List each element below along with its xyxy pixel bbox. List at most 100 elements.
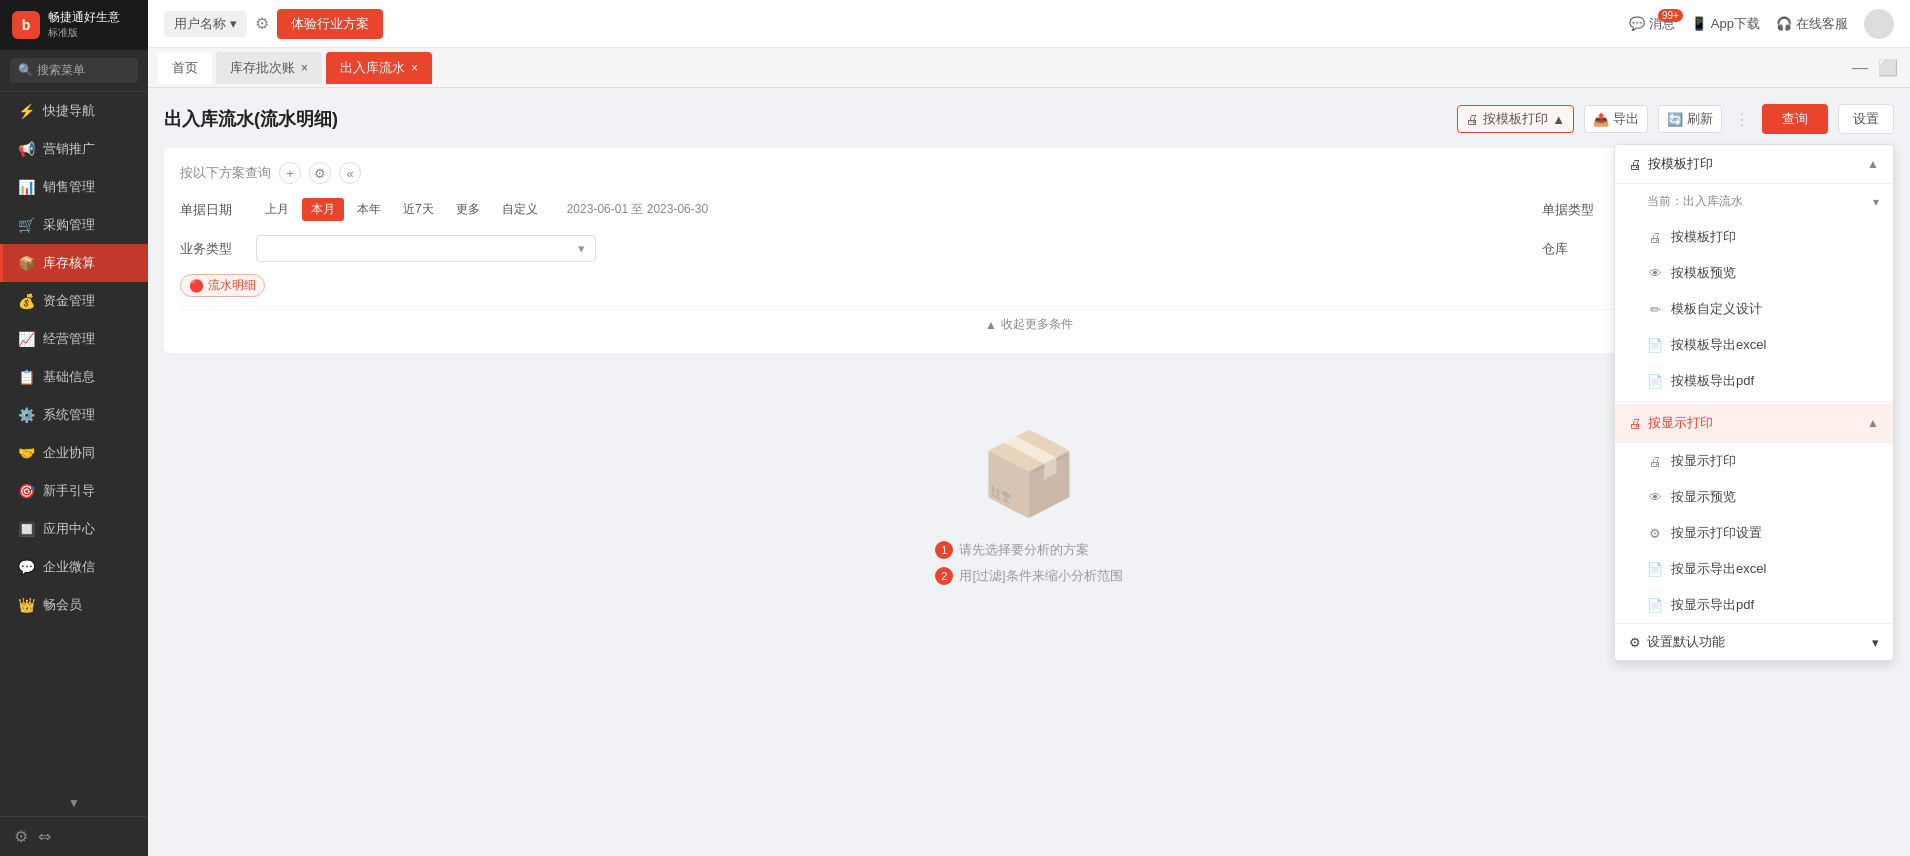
export-icon: 📤 <box>1593 112 1609 127</box>
date-btn-more[interactable]: 更多 <box>447 198 489 221</box>
tabs-bar: 首页 库存批次账 × 出入库流水 × — ⬜ <box>148 48 1910 88</box>
template-export-pdf-item[interactable]: 📄 按模板导出pdf <box>1615 363 1893 399</box>
template-print-section-label: 按模板打印 <box>1648 155 1713 173</box>
sidebar-item-marketing[interactable]: 📢 营销推广 <box>0 130 148 168</box>
sidebar-item-shortcut[interactable]: ⚡ 快捷导航 <box>0 92 148 130</box>
user-selector[interactable]: 用户名称 ▾ <box>164 11 247 37</box>
biz-type-select[interactable]: ▾ <box>256 235 596 262</box>
topbar-gear-icon[interactable]: ⚙ <box>255 14 269 33</box>
search-input[interactable]: 🔍 搜索菜单 <box>10 58 138 83</box>
template-export-excel-item[interactable]: 📄 按模板导出excel <box>1615 327 1893 363</box>
filter-section-title: 按以下方案查询 <box>180 164 271 182</box>
tip-num-2: 2 <box>935 567 953 585</box>
tab-home[interactable]: 首页 <box>158 52 212 84</box>
print-template-label: 按模板打印 <box>1483 110 1548 128</box>
industry-btn[interactable]: 体验行业方案 <box>277 9 383 39</box>
tab-batch-close[interactable]: × <box>301 61 308 75</box>
sidebar-item-label: 经营管理 <box>43 330 95 348</box>
dropdown-divider <box>1615 401 1893 402</box>
settings-btn[interactable]: 设置 <box>1838 104 1894 134</box>
sidebar-item-label: 系统管理 <box>43 406 95 424</box>
date-btn-this-month[interactable]: 本月 <box>302 198 344 221</box>
settings-footer-icon[interactable]: ⚙ <box>14 827 28 846</box>
search-icon: 🔍 <box>18 63 33 77</box>
sidebar-item-sales[interactable]: 📊 销售管理 <box>0 168 148 206</box>
display-preview-item[interactable]: 👁 按显示预览 <box>1615 479 1893 515</box>
sidebar-item-system[interactable]: ⚙️ 系统管理 <box>0 396 148 434</box>
display-print-item[interactable]: 🖨 按显示打印 <box>1615 443 1893 479</box>
tab-flow[interactable]: 出入库流水 × <box>326 52 432 84</box>
online-service-label: 在线客服 <box>1796 15 1848 33</box>
sidebar-item-member[interactable]: 👑 畅会员 <box>0 586 148 624</box>
sidebar-item-basic[interactable]: 📋 基础信息 <box>0 358 148 396</box>
shortcut-icon: ⚡ <box>17 103 35 119</box>
tab-expand-btn[interactable]: ⬜ <box>1876 56 1900 80</box>
message-badge: 99+ <box>1658 9 1683 22</box>
chevron-up-icon: ▲ <box>985 318 997 332</box>
sidebar-item-finance[interactable]: 💰 资金管理 <box>0 282 148 320</box>
refresh-btn[interactable]: 🔄 刷新 <box>1658 105 1722 133</box>
template-print-item-label: 按模板打印 <box>1671 228 1736 246</box>
preview-icon: 👁 <box>1647 266 1663 281</box>
display-export-excel-item[interactable]: 📄 按显示导出excel <box>1615 551 1893 587</box>
sidebar-item-wechat[interactable]: 💬 企业微信 <box>0 548 148 586</box>
message-btn[interactable]: 💬 消息 99+ <box>1629 15 1675 33</box>
section2-arrow-icon: ▲ <box>1867 416 1879 430</box>
sidebar-item-newbie[interactable]: 🎯 新手引导 <box>0 472 148 510</box>
chevron-up-icon: ▲ <box>1552 112 1565 127</box>
export-btn[interactable]: 📤 导出 <box>1584 105 1648 133</box>
sidebar-item-operations[interactable]: 📈 经营管理 <box>0 320 148 358</box>
main-area: 用户名称 ▾ ⚙ 体验行业方案 💬 消息 99+ 📱 App下载 🎧 在线客服 <box>148 0 1910 856</box>
display-print-section-header[interactable]: 🖨 按显示打印 ▲ <box>1615 404 1893 443</box>
collapse-filter-btn[interactable]: « <box>339 162 361 184</box>
tab-flow-close[interactable]: × <box>411 61 418 75</box>
app-name: 畅捷通好生意 <box>48 10 120 26</box>
sidebar-item-purchase[interactable]: 🛒 采购管理 <box>0 206 148 244</box>
avatar[interactable] <box>1864 9 1894 39</box>
display-preview-item-label: 按显示预览 <box>1671 488 1736 506</box>
date-btn-this-year[interactable]: 本年 <box>348 198 390 221</box>
print-template-btn[interactable]: 🖨 按模板打印 ▲ <box>1457 105 1574 133</box>
sidebar-item-apps[interactable]: 🔲 应用中心 <box>0 510 148 548</box>
tab-batch[interactable]: 库存批次账 × <box>216 52 322 84</box>
date-btn-7days[interactable]: 近7天 <box>394 198 443 221</box>
online-service-btn[interactable]: 🎧 在线客服 <box>1776 15 1848 33</box>
sidebar: b 畅捷通好生意 标准版 🔍 搜索菜单 ⚡ 快捷导航 📢 营销推广 📊 销售管理… <box>0 0 148 856</box>
display-print-settings-item[interactable]: ⚙ 按显示打印设置 <box>1615 515 1893 551</box>
template-design-item-label: 模板自定义设计 <box>1671 300 1762 318</box>
date-btn-custom[interactable]: 自定义 <box>493 198 547 221</box>
search-label: 搜索菜单 <box>37 62 85 79</box>
biz-type-arrow: ▾ <box>578 241 585 256</box>
template-design-item[interactable]: ✏ 模板自定义设计 <box>1615 291 1893 327</box>
display-export-excel-label: 按显示导出excel <box>1671 560 1766 578</box>
footer-arrow-icon: ▾ <box>1872 635 1879 650</box>
template-print-section-header[interactable]: 🖨 按模板打印 ▲ <box>1615 145 1893 184</box>
add-filter-btn[interactable]: + <box>279 162 301 184</box>
sidebar-item-label: 畅会员 <box>43 596 82 614</box>
tab-collapse-btn[interactable]: — <box>1848 56 1872 80</box>
empty-tip-1: 1 请先选择要分析的方案 <box>935 541 1122 559</box>
app-download-btn[interactable]: 📱 App下载 <box>1691 15 1760 33</box>
empty-tip-2-text: 用[过滤]条件来缩小分析范围 <box>959 567 1122 585</box>
display-print-item-label: 按显示打印 <box>1671 452 1736 470</box>
set-default-function-btn[interactable]: ⚙ 设置默认功能 ▾ <box>1615 623 1893 660</box>
query-btn[interactable]: 查询 <box>1762 104 1828 134</box>
filter-tag-item[interactable]: 🔴 流水明细 <box>180 274 265 297</box>
display-preview-icon: 👁 <box>1647 490 1663 505</box>
filter-settings-btn[interactable]: ⚙ <box>309 162 331 184</box>
display-excel-icon: 📄 <box>1647 562 1663 577</box>
warehouse-label: 仓库 <box>1542 240 1602 258</box>
template-print-item[interactable]: 🖨 按模板打印 <box>1615 219 1893 255</box>
date-btn-last-month[interactable]: 上月 <box>256 198 298 221</box>
collapse-sidebar-icon[interactable]: ⇔ <box>38 827 51 846</box>
inventory-icon: 📦 <box>17 255 35 271</box>
sidebar-item-enterprise[interactable]: 🤝 企业协同 <box>0 434 148 472</box>
sidebar-search[interactable]: 🔍 搜索菜单 <box>0 50 148 92</box>
template-preview-item[interactable]: 👁 按模板预览 <box>1615 255 1893 291</box>
display-export-pdf-item[interactable]: 📄 按显示导出pdf <box>1615 587 1893 623</box>
sidebar-item-inventory[interactable]: 📦 库存核算 <box>0 244 148 282</box>
sidebar-item-label: 销售管理 <box>43 178 95 196</box>
sidebar-scroll-down[interactable]: ▼ <box>0 790 148 816</box>
template-export-pdf-label: 按模板导出pdf <box>1671 372 1754 390</box>
refresh-icon: 🔄 <box>1667 112 1683 127</box>
